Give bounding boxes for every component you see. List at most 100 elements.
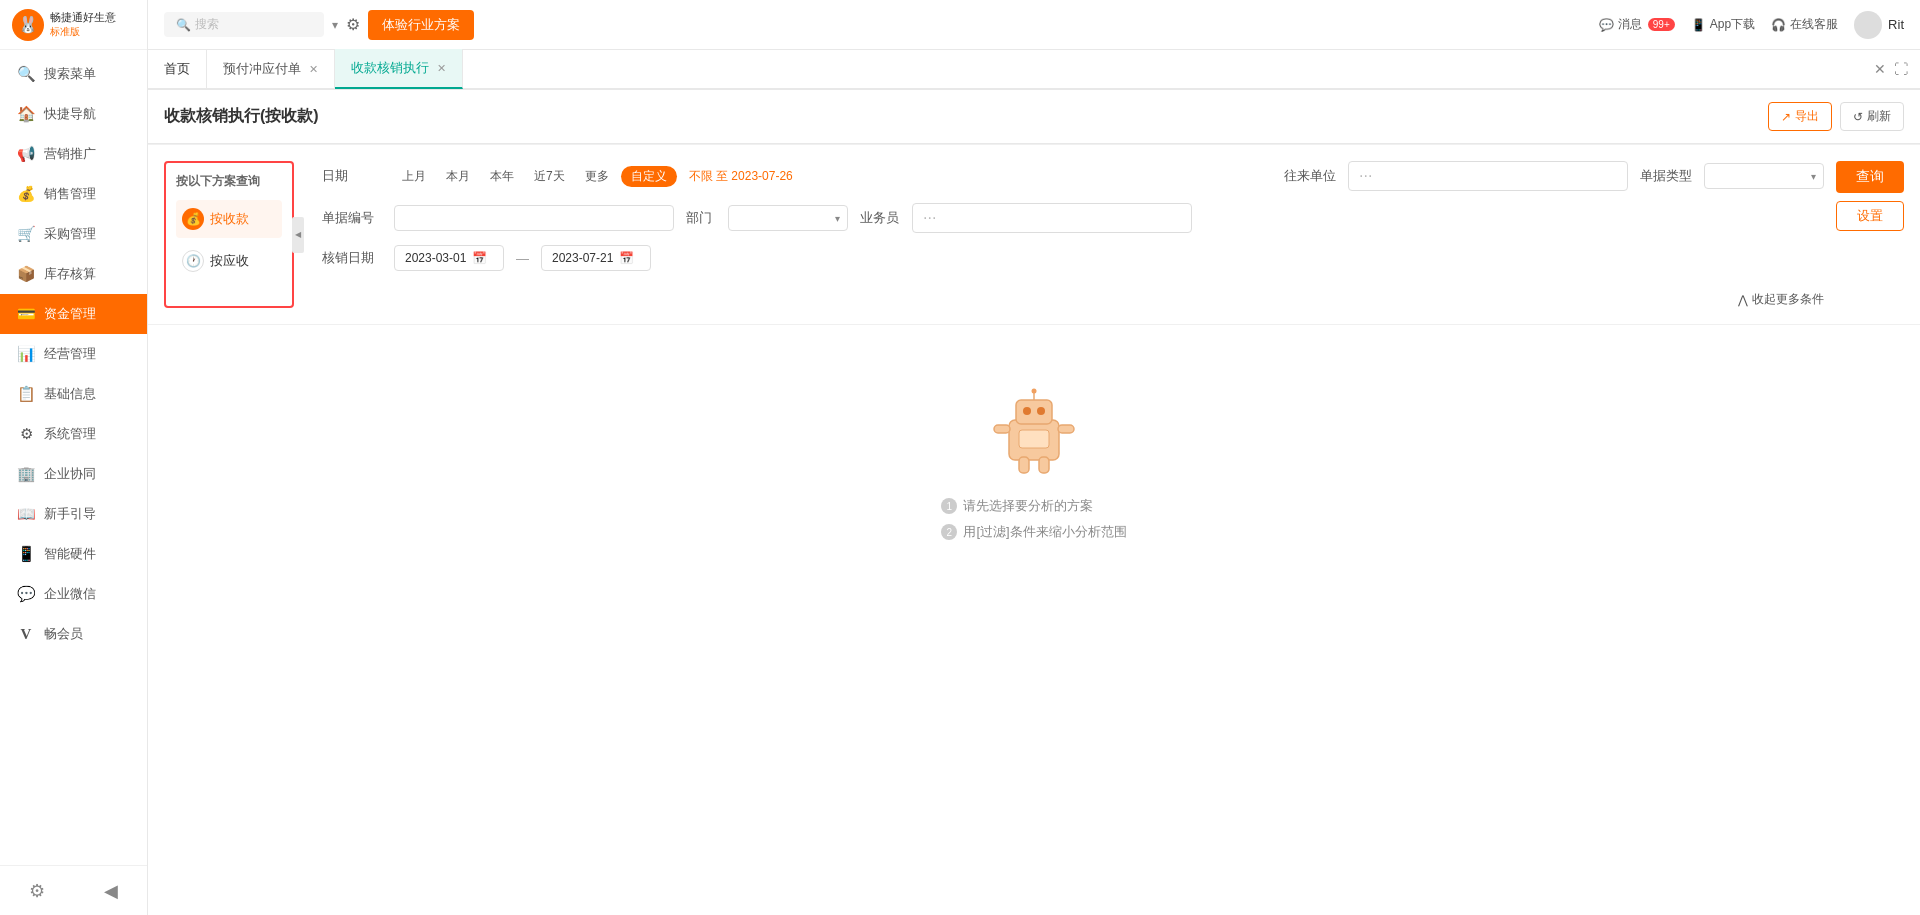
topbar-dropdown-icon[interactable]: ▾ [332,18,338,32]
msg-label: 消息 [1618,16,1642,33]
search-icon: 🔍 [176,18,191,32]
tab-receipt-verify-close[interactable]: ✕ [437,62,446,75]
sidebar-item-label: 系统管理 [44,425,96,443]
logo-sub: 标准版 [50,25,116,39]
refresh-button[interactable]: ↺ 刷新 [1840,102,1904,131]
tab-prepay-close[interactable]: ✕ [309,63,318,76]
sidebar-item-corp-collab[interactable]: 🏢 企业协同 [0,454,147,494]
sidebar-item-smart-hw[interactable]: 📱 智能硬件 [0,534,147,574]
sidebar-item-marketing[interactable]: 📢 营销推广 [0,134,147,174]
message-badge[interactable]: 💬 消息 99+ [1599,16,1675,33]
writeoff-date-end[interactable]: 2023-07-21 📅 [541,245,651,271]
right-filters: 日期 上月 本月 本年 近7天 更多 自定义 不限 至 2023-07-26 往… [306,161,1824,308]
counterpart-input[interactable]: ··· [1348,161,1628,191]
sidebar-item-label: 搜索菜单 [44,65,96,83]
sidebar-menu: 🔍 搜索菜单 🏠 快捷导航 📢 营销推广 💰 销售管理 🛒 采购管理 📦 库存核… [0,50,147,865]
sidebar-item-guide[interactable]: 📖 新手引导 [0,494,147,534]
sidebar-item-label: 采购管理 [44,225,96,243]
inventory-icon: 📦 [16,264,36,284]
tip-num-2: 2 [941,524,957,540]
sidebar-item-purchase[interactable]: 🛒 采购管理 [0,214,147,254]
sidebar-item-system[interactable]: ⚙ 系统管理 [0,414,147,454]
sidebar-item-finance[interactable]: 💳 资金管理 [0,294,147,334]
by-receivable-label: 按应收 [210,252,249,270]
filter-area: 按以下方案查询 💰 按收款 🕐 按应收 ◀ 日期 [148,145,1920,324]
sidebar-item-label: 基础信息 [44,385,96,403]
sidebar-item-label: 库存核算 [44,265,96,283]
page-actions: ↗ 导出 ↺ 刷新 [1768,102,1904,131]
svg-rect-6 [994,425,1010,433]
tab-close-all-icon[interactable]: ✕ [1874,61,1886,77]
sidebar-item-sales[interactable]: 💰 销售管理 [0,174,147,214]
dept-label: 部门 [686,209,716,227]
bill-type-select[interactable] [1704,163,1824,189]
empty-illustration [984,385,1084,485]
sidebar-item-business[interactable]: 📊 经营管理 [0,334,147,374]
empty-state: 1 请先选择要分析的方案 2 用[过滤]条件来缩小分析范围 [148,325,1920,601]
user-info[interactable]: Rit [1854,11,1904,39]
date-tab-this-year[interactable]: 本年 [482,165,522,188]
date-tab-last-month[interactable]: 上月 [394,165,434,188]
sidebar-item-label: 企业微信 [44,585,96,603]
vip-icon: V [16,624,36,644]
panel-collapse-button[interactable]: ◀ [292,217,304,253]
guide-icon: 📖 [16,504,36,524]
industry-solution-button[interactable]: 体验行业方案 [368,10,474,40]
export-icon: ↗ [1781,110,1791,124]
sidebar-item-label: 智能硬件 [44,545,96,563]
sidebar-item-quick-nav[interactable]: 🏠 快捷导航 [0,94,147,134]
search-box[interactable]: 🔍 搜索 [164,12,324,37]
tip-num-1: 1 [941,498,957,514]
sidebar-settings-icon[interactable]: ⚙ [29,880,45,902]
tab-receipt-verify[interactable]: 收款核销执行 ✕ [335,49,463,89]
by-receipt-label: 按收款 [210,210,249,228]
user-avatar [1854,11,1882,39]
tab-home[interactable]: 首页 [148,49,207,89]
sidebar-item-search-menu[interactable]: 🔍 搜索菜单 [0,54,147,94]
svg-point-2 [1023,407,1031,415]
sidebar-item-label: 快捷导航 [44,105,96,123]
weixin-icon: 💬 [16,584,36,604]
tip-text-2: 用[过滤]条件来缩小分析范围 [963,523,1126,541]
page-title: 收款核销执行(按收款) [164,106,319,127]
bill-type-label: 单据类型 [1640,167,1692,185]
sidebar-item-vip[interactable]: V 畅会员 [0,614,147,654]
date-separator: — [516,251,529,266]
online-service[interactable]: 🎧 在线客服 [1771,16,1838,33]
sidebar-item-inventory[interactable]: 📦 库存核算 [0,254,147,294]
query-button[interactable]: 查询 [1836,161,1904,193]
sidebar-item-label: 畅会员 [44,625,83,643]
option-by-receipt[interactable]: 💰 按收款 [176,200,282,238]
date-tab-this-month[interactable]: 本月 [438,165,478,188]
sales-icon: 💰 [16,184,36,204]
topbar-gear-icon[interactable]: ⚙ [346,15,360,34]
writeoff-date-label: 核销日期 [322,249,382,267]
filter-row-2: 单据编号 部门 ▾ 业务员 ··· [322,203,1824,233]
query-scheme-panel: 按以下方案查询 💰 按收款 🕐 按应收 ◀ [164,161,294,308]
staff-input[interactable]: ··· [912,203,1192,233]
app-download-icon: 📱 [1691,18,1706,32]
dept-select[interactable] [728,205,848,231]
sidebar-item-basic-info[interactable]: 📋 基础信息 [0,374,147,414]
app-download[interactable]: 📱 App下载 [1691,16,1755,33]
sidebar-collapse-icon[interactable]: ◀ [104,880,118,902]
topbar: 🔍 搜索 ▾ ⚙ 体验行业方案 💬 消息 99+ 📱 App下载 🎧 在线客服 [148,0,1920,50]
export-button[interactable]: ↗ 导出 [1768,102,1832,131]
collapse-more-button[interactable]: ⋀ 收起更多条件 [322,283,1824,308]
date-tab-custom[interactable]: 自定义 [621,166,677,187]
setting-button[interactable]: 设置 [1836,201,1904,231]
search-menu-icon: 🔍 [16,64,36,84]
tab-expand-icon[interactable]: ⛶ [1894,61,1908,77]
sidebar-item-weixin[interactable]: 💬 企业微信 [0,574,147,614]
date-tab-more[interactable]: 更多 [577,165,617,188]
counterpart-label: 往来单位 [1284,167,1336,185]
right-area: 日期 上月 本月 本年 近7天 更多 自定义 不限 至 2023-07-26 往… [306,161,1904,308]
bill-num-input[interactable] [394,205,674,231]
writeoff-date-start[interactable]: 2023-03-01 📅 [394,245,504,271]
tab-prepay[interactable]: 预付冲应付单 ✕ [207,49,335,89]
date-tab-7days[interactable]: 近7天 [526,165,573,188]
user-name: Rit [1888,17,1904,32]
writeoff-end-value: 2023-07-21 [552,251,613,265]
option-by-receivable[interactable]: 🕐 按应收 [176,242,282,280]
bill-num-label: 单据编号 [322,209,382,227]
